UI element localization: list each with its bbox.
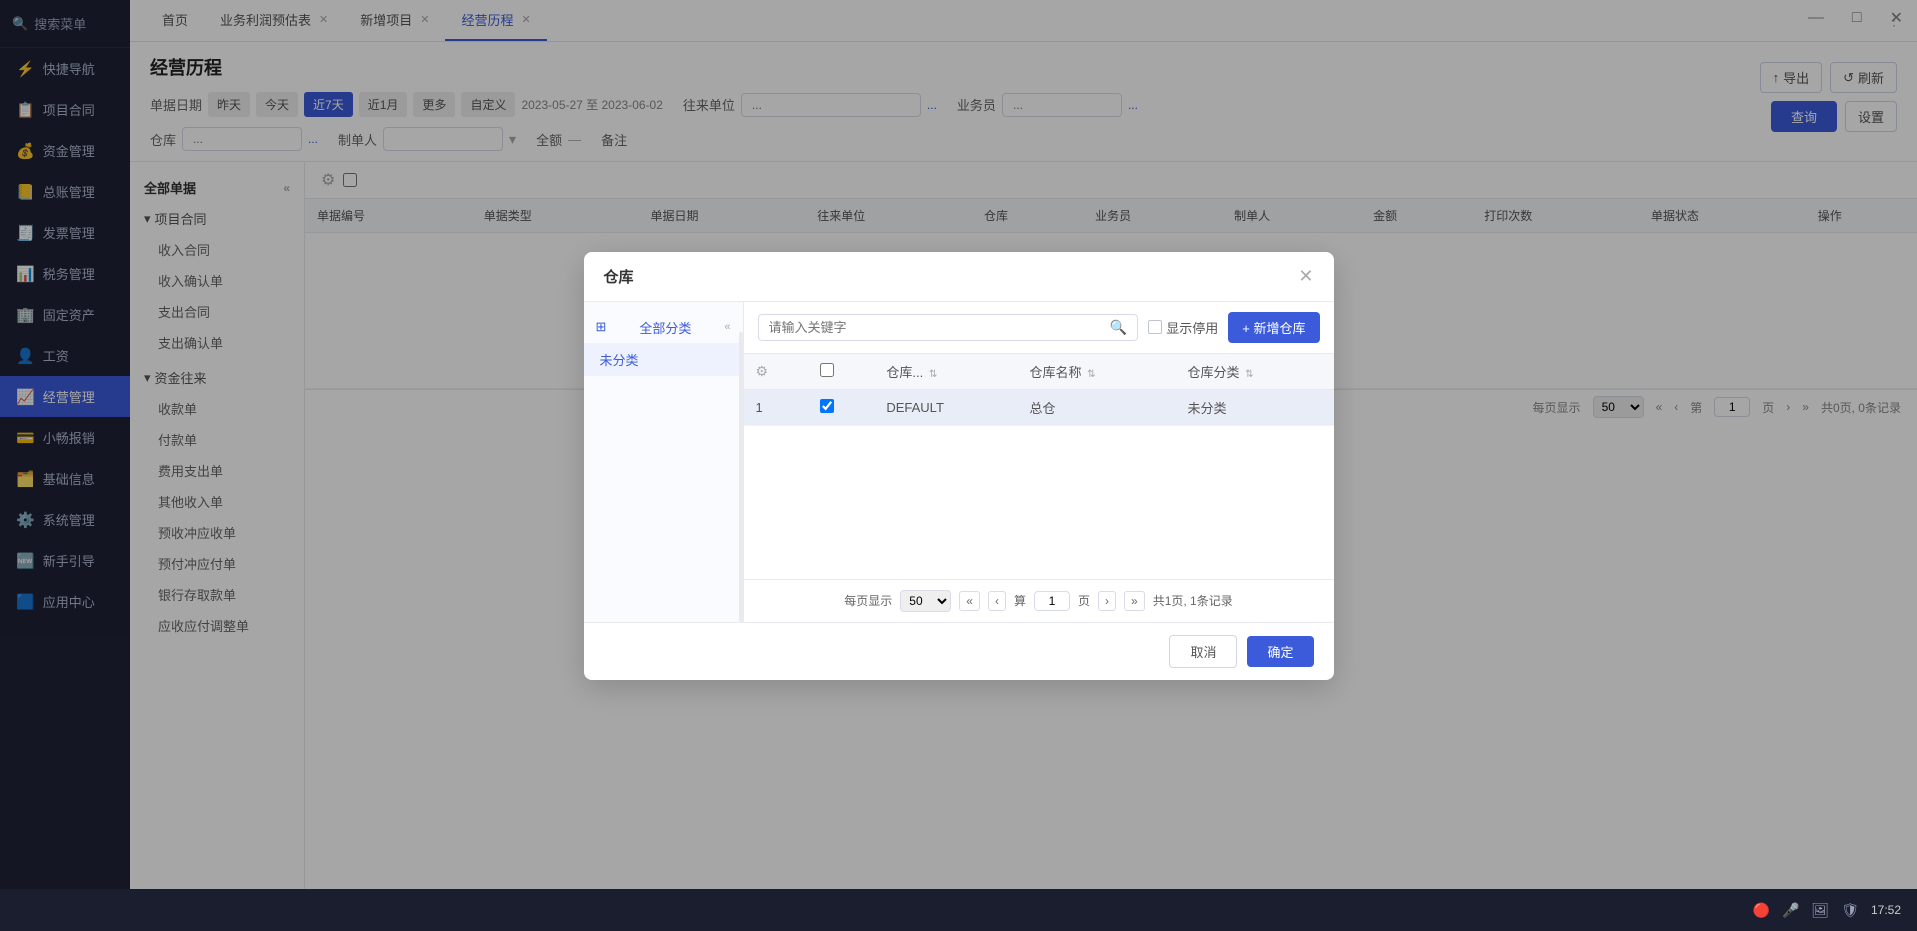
warehouse-dialog: 仓库 ✕ ⊞ 全部分类 « 未分类 🔍 xyxy=(584,252,1334,680)
all-categories-label: 全部分类 xyxy=(639,318,691,337)
category-scrollbar xyxy=(739,332,743,622)
dialog-page-next[interactable]: › xyxy=(1098,591,1116,611)
taskbar: 🔴 🎤 🖼 🛡 17:52 xyxy=(0,889,1917,931)
dialog-toolbar: 🔍 显示停用 + 新增仓库 xyxy=(744,302,1334,354)
minimize-button[interactable]: — xyxy=(1794,1,1838,35)
collapse-categories-icon[interactable]: « xyxy=(724,321,730,333)
dialog-page-label: 算 xyxy=(1014,592,1026,609)
dialog-content: 🔍 显示停用 + 新增仓库 ⚙ xyxy=(744,302,1334,622)
confirm-button[interactable]: 确定 xyxy=(1247,636,1313,667)
col-category: 仓库分类 ⇅ xyxy=(1175,354,1333,390)
dialog-per-page-label: 每页显示 xyxy=(844,592,892,609)
show-disabled-checkbox[interactable] xyxy=(1148,320,1162,334)
add-warehouse-button[interactable]: + 新增仓库 xyxy=(1228,312,1319,343)
dialog-table-wrap: ⚙ 仓库... ⇅ 仓库名称 xyxy=(744,354,1334,579)
taskbar-icon-2[interactable]: 🎤 xyxy=(1782,902,1799,919)
taskbar-icon-3[interactable]: 🖼 xyxy=(1811,902,1829,919)
window-titlebar: — □ ✕ xyxy=(1794,0,1917,36)
col-name-label: 仓库名称 xyxy=(1029,365,1081,380)
category-all-header[interactable]: ⊞ 全部分类 « xyxy=(584,312,743,343)
row-code: DEFAULT xyxy=(874,389,1017,425)
row-checkbox[interactable] xyxy=(820,399,834,413)
col-code-label: 仓库... xyxy=(886,365,923,380)
dialog-total: 共1页, 1条记录 xyxy=(1153,592,1233,609)
dialog-footer: 取消 确定 xyxy=(584,622,1334,680)
dialog-table-header-row: ⚙ 仓库... ⇅ 仓库名称 xyxy=(744,354,1334,390)
dialog-page-end-label: 页 xyxy=(1078,592,1090,609)
modal-overlay: 仓库 ✕ ⊞ 全部分类 « 未分类 🔍 xyxy=(0,0,1917,931)
row-category: 未分类 xyxy=(1175,389,1333,425)
row-name: 总仓 xyxy=(1017,389,1175,425)
dialog-page-first[interactable]: « xyxy=(959,591,980,611)
show-disabled-wrap: 显示停用 xyxy=(1148,318,1218,337)
col-code: 仓库... ⇅ xyxy=(874,354,1017,390)
dialog-search-input[interactable] xyxy=(769,320,1104,335)
dialog-title: 仓库 xyxy=(604,266,634,287)
dialog-search-box: 🔍 xyxy=(758,314,1139,341)
col-name: 仓库名称 ⇅ xyxy=(1017,354,1175,390)
col-category-label: 仓库分类 xyxy=(1187,365,1239,380)
dialog-page-prev[interactable]: ‹ xyxy=(988,591,1006,611)
maximize-button[interactable]: □ xyxy=(1838,1,1876,35)
dialog-categories: ⊞ 全部分类 « 未分类 xyxy=(584,302,744,622)
dialog-table-row[interactable]: 1 DEFAULT 总仓 未分类 xyxy=(744,389,1334,425)
dialog-select-all-checkbox[interactable] xyxy=(820,363,834,377)
col-name-sort[interactable]: ⇅ xyxy=(1087,369,1095,380)
dialog-close-button[interactable]: ✕ xyxy=(1298,267,1313,285)
category-uncategorized[interactable]: 未分类 xyxy=(584,343,743,376)
row-checkbox-cell xyxy=(808,389,875,425)
dialog-header: 仓库 ✕ xyxy=(584,252,1334,302)
row-num: 1 xyxy=(744,389,808,425)
taskbar-icon-1[interactable]: 🔴 xyxy=(1753,902,1770,919)
dialog-page-last[interactable]: » xyxy=(1124,591,1145,611)
show-disabled-label: 显示停用 xyxy=(1166,318,1218,337)
search-icon: 🔍 xyxy=(1110,319,1127,336)
taskbar-icon-4[interactable]: 🛡 xyxy=(1841,902,1859,919)
dialog-page-input[interactable] xyxy=(1034,591,1070,611)
col-code-sort[interactable]: ⇅ xyxy=(929,369,937,380)
col-settings: ⚙ xyxy=(744,354,808,390)
dialog-per-page-select[interactable]: 50 100 xyxy=(900,590,951,612)
col-check xyxy=(808,354,875,390)
all-categories-icon: ⊞ xyxy=(596,319,607,335)
close-button[interactable]: ✕ xyxy=(1876,0,1917,36)
dialog-body: ⊞ 全部分类 « 未分类 🔍 显示停用 xyxy=(584,302,1334,622)
table-settings-icon[interactable]: ⚙ xyxy=(756,363,769,379)
dialog-pagination: 每页显示 50 100 « ‹ 算 页 › » 共1页, 1条记录 xyxy=(744,579,1334,622)
dialog-table: ⚙ 仓库... ⇅ 仓库名称 xyxy=(744,354,1334,426)
cancel-button[interactable]: 取消 xyxy=(1169,635,1237,668)
taskbar-time: 17:52 xyxy=(1871,903,1901,917)
col-category-sort[interactable]: ⇅ xyxy=(1245,369,1253,380)
